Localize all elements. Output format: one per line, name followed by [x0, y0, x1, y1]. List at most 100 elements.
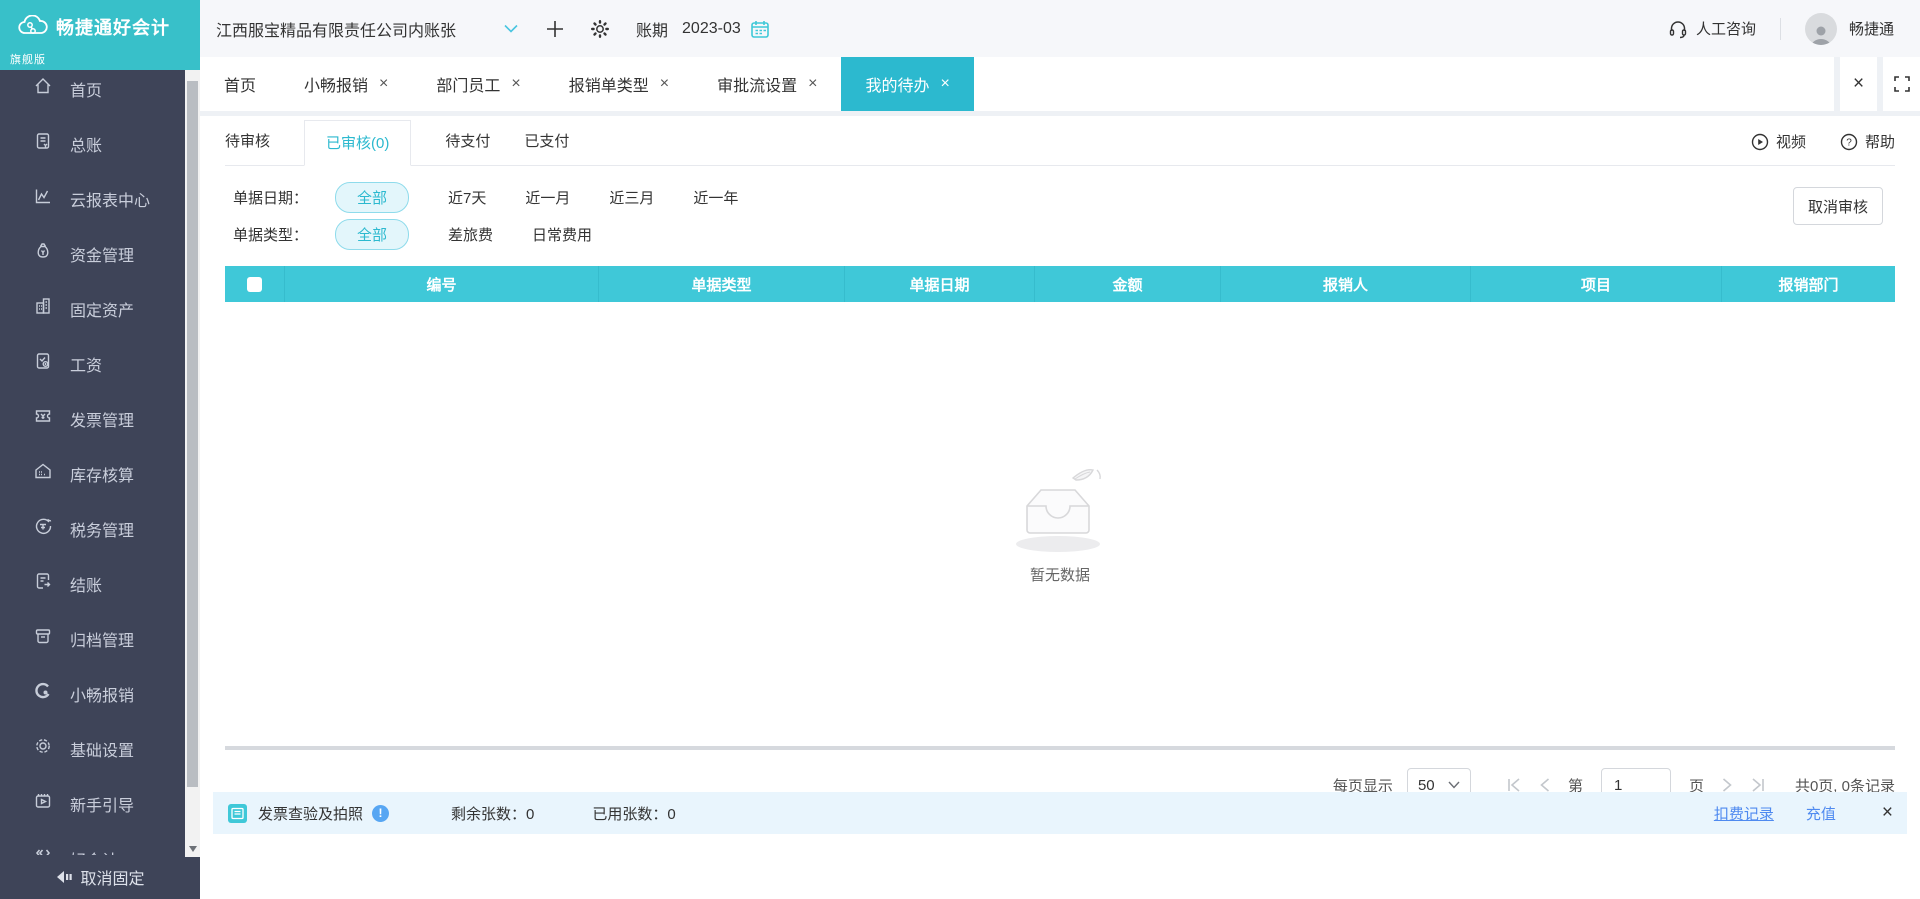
support-button[interactable]: 人工咨询 [1668, 18, 1756, 39]
column-header-number[interactable]: 编号 [285, 266, 599, 302]
tab-label: 我的待办 [865, 78, 930, 95]
sidebar-item-guide[interactable]: 新手引导 [0, 776, 200, 831]
scrollbar-thumb[interactable] [187, 81, 198, 787]
close-icon[interactable]: × [379, 75, 388, 93]
remaining-count: 剩余张数：0 [451, 805, 535, 823]
sidebar-item-label: 资金管理 [70, 247, 135, 265]
period-label: 账期 [636, 22, 669, 40]
unpin-sidebar-button[interactable]: 取消固定 [0, 855, 200, 899]
home-icon [33, 76, 53, 101]
guide-icon [33, 791, 53, 816]
sidebar-scrollbar[interactable] [185, 57, 200, 857]
headset-icon [1668, 19, 1688, 39]
select-all-checkbox[interactable] [247, 276, 262, 292]
calendar-icon[interactable] [750, 19, 770, 39]
sidebar-item-archive[interactable]: 归档管理 [0, 611, 200, 666]
sidebar-item-cloud-reports[interactable]: 云报表中心 [0, 171, 200, 226]
filter-date-7d[interactable]: 近7天 [448, 187, 486, 208]
company-name: 江西服宝精品有限责任公司内账张 [216, 22, 457, 40]
brand-logo: 畅捷通好会计 旗舰版 [0, 0, 200, 70]
filter-date-1y[interactable]: 近一年 [693, 187, 738, 208]
tab-home[interactable]: 首页 [200, 57, 280, 111]
filter-date-1m[interactable]: 近一月 [525, 187, 570, 208]
add-account-icon[interactable] [546, 20, 564, 38]
close-icon[interactable]: × [511, 75, 520, 93]
close-icon[interactable]: × [660, 75, 669, 93]
invoice-bar: 发票查验及拍照 ! 剩余张数：0 已用张数：0 扣费记录 充值 × [213, 792, 1907, 834]
sidebar-item-invoices[interactable]: 发票管理 [0, 391, 200, 446]
sidebar-item-settings[interactable]: 基础设置 [0, 721, 200, 776]
sidebar-item-label: 发票管理 [70, 412, 135, 430]
sidebar-item-salary[interactable]: 工资 [0, 336, 200, 391]
svg-text:?: ? [1846, 137, 1852, 148]
sidebar-item-general-ledger[interactable]: 总账 [0, 116, 200, 171]
sidebar-item-fixed-assets[interactable]: 固定资产 [0, 281, 200, 336]
filter-type-all[interactable]: 全部 [335, 219, 410, 250]
column-header-project[interactable]: 项目 [1471, 266, 1722, 302]
filter-type-travel[interactable]: 差旅费 [448, 224, 493, 245]
tab-department-staff[interactable]: 部门员工 × [412, 57, 544, 111]
sidebar-item-reimburse[interactable]: 小畅报销 [0, 666, 200, 721]
first-page-icon[interactable] [1507, 778, 1522, 792]
column-header-department[interactable]: 报销部门 [1722, 266, 1895, 302]
cloud-logo-icon [18, 15, 48, 39]
sidebar-item-label: 总账 [70, 137, 103, 155]
help-button[interactable]: ? 帮助 [1840, 131, 1895, 152]
sidebar: 首页 总账 云报表中心 资金管理 固定资产 工资 发票管理 库存核算 税务管理 … [0, 57, 200, 899]
scroll-down-icon [188, 845, 197, 852]
close-icon[interactable]: × [808, 75, 817, 93]
close-icon[interactable]: × [940, 75, 949, 93]
brand-edition: 旗舰版 [10, 54, 46, 66]
filter-date-row: 单据日期： 全部 近7天 近一月 近三月 近一年 [233, 179, 1887, 216]
cancel-audit-button[interactable]: 取消审核 [1793, 187, 1883, 225]
close-icon[interactable]: × [1882, 802, 1893, 824]
column-header-amount[interactable]: 金额 [1035, 266, 1221, 302]
unpin-label: 取消固定 [80, 871, 145, 888]
video-button[interactable]: 视频 [1751, 131, 1806, 152]
help-icon: ? [1840, 133, 1858, 150]
sidebar-item-inventory[interactable]: 库存核算 [0, 446, 200, 501]
info-icon[interactable]: ! [372, 804, 390, 822]
sidebar-item-closing[interactable]: 结账 [0, 556, 200, 611]
recharge-link[interactable]: 充值 [1806, 803, 1836, 824]
subtab-paid[interactable]: 已支付 [524, 130, 569, 165]
tab-approval-flow[interactable]: 审批流设置 × [693, 57, 841, 111]
salary-icon [33, 351, 53, 376]
tab-reimburse[interactable]: 小畅报销 × [280, 57, 412, 111]
sidebar-item-funds[interactable]: 资金管理 [0, 226, 200, 281]
sidebar-item-label: 库存核算 [70, 467, 135, 485]
gear-icon[interactable] [590, 19, 610, 39]
close-all-tabs-button[interactable]: × [1840, 57, 1877, 111]
scroll-down-button[interactable] [185, 840, 200, 857]
tab-expense-types[interactable]: 报销单类型 × [545, 57, 693, 111]
filter-date-label: 单据日期： [233, 190, 309, 207]
company-selector[interactable]: 江西服宝精品有限责任公司内账张 [216, 17, 518, 41]
fee-records-link[interactable]: 扣费记录 [1714, 803, 1774, 824]
help-label: 帮助 [1864, 134, 1895, 151]
tabbar: 首页 小畅报销 × 部门员工 × 报销单类型 × 审批流设置 × 我的待办 × … [200, 57, 1920, 116]
column-header-doc-type[interactable]: 单据类型 [599, 266, 845, 302]
collapse-icon [55, 869, 73, 885]
last-page-icon[interactable] [1750, 778, 1765, 792]
tab-label: 审批流设置 [717, 78, 798, 95]
column-header-doc-date[interactable]: 单据日期 [845, 266, 1035, 302]
subtab-pending-payment[interactable]: 待支付 [445, 130, 490, 165]
subtab-audited[interactable]: 已审核(0) [304, 120, 412, 166]
filter-type-daily[interactable]: 日常费用 [532, 224, 592, 245]
support-label: 人工咨询 [1695, 21, 1756, 38]
archive-icon [33, 626, 53, 651]
prev-page-icon[interactable] [1540, 778, 1550, 792]
sidebar-item-tax[interactable]: 税务管理 [0, 501, 200, 556]
fullscreen-button[interactable] [1883, 57, 1920, 111]
invoice-icon [33, 406, 53, 431]
filters: 单据日期： 全部 近7天 近一月 近三月 近一年 单据类型： 全部 差旅费 日常… [225, 166, 1895, 253]
filter-date-3m[interactable]: 近三月 [609, 187, 654, 208]
column-header-claimant[interactable]: 报销人 [1221, 266, 1471, 302]
avatar[interactable] [1804, 12, 1837, 45]
tab-my-todo[interactable]: 我的待办 × [841, 57, 974, 111]
subtab-pending-audit[interactable]: 待审核 [225, 130, 270, 165]
next-page-icon[interactable] [1722, 778, 1732, 792]
filter-date-all[interactable]: 全部 [335, 182, 410, 213]
fullscreen-icon [1893, 76, 1910, 92]
money-bag-icon [33, 241, 53, 266]
